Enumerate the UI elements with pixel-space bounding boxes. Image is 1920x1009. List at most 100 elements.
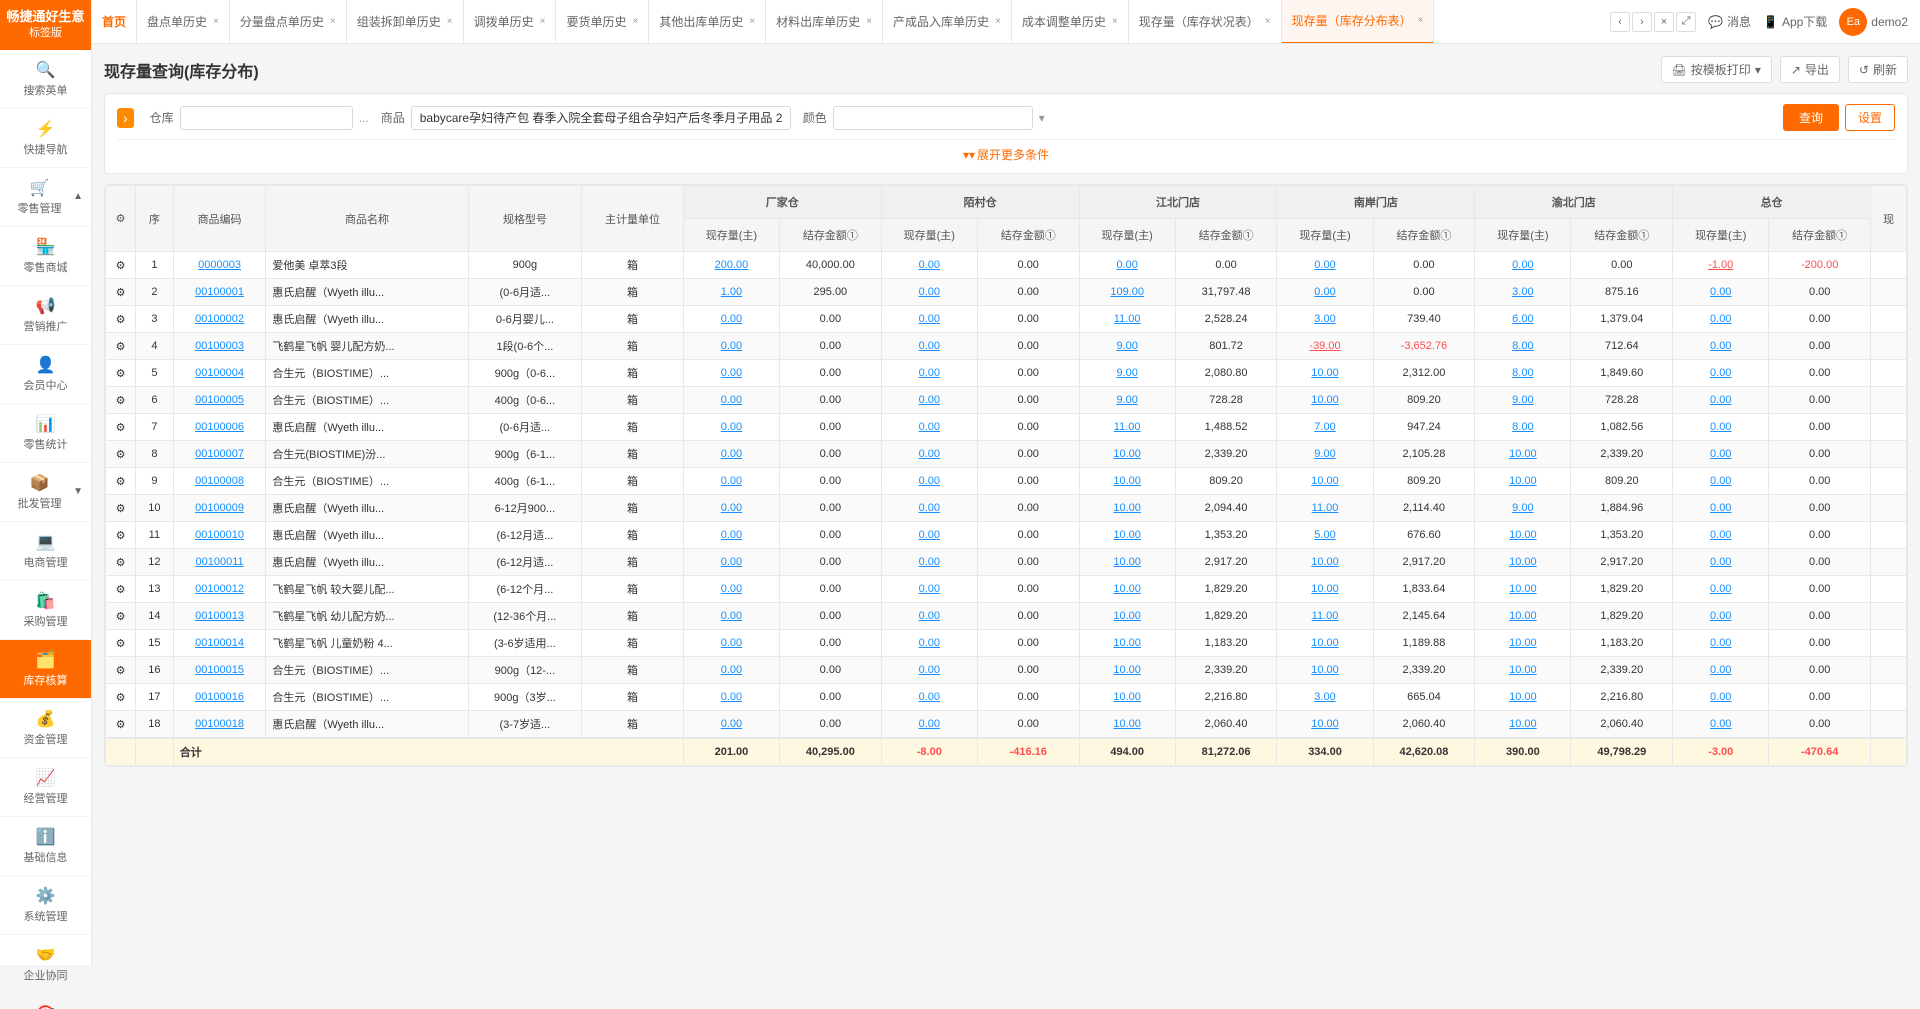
tab-home[interactable]: 首页: [92, 0, 137, 44]
sidebar-item-retail[interactable]: 🛒 零售管理 ▲: [0, 168, 91, 227]
row-yb-qty: 10.00: [1475, 468, 1571, 495]
sidebar-item-wholesale[interactable]: 📦 批发管理 ▼: [0, 463, 91, 522]
sidebar-item-search[interactable]: 🔍 搜索英单: [0, 50, 91, 109]
user-menu[interactable]: Ea demo2: [1839, 8, 1908, 36]
row-spec: (3-7岁适...: [468, 711, 582, 739]
row-gear[interactable]: ⚙: [106, 252, 136, 279]
row-gear[interactable]: ⚙: [106, 441, 136, 468]
tab-inventory-check[interactable]: 盘点单历史 ×: [137, 0, 230, 44]
row-gear[interactable]: ⚙: [106, 306, 136, 333]
row-gear[interactable]: ⚙: [106, 630, 136, 657]
sidebar-item-retailstat[interactable]: 📊 零售统计: [0, 404, 91, 463]
row-total-qty: 0.00: [1673, 630, 1769, 657]
nav-prev-arrow[interactable]: ‹: [1610, 12, 1630, 32]
message-button[interactable]: 💬 消息: [1708, 13, 1751, 30]
row-jb-qty: 10.00: [1079, 522, 1175, 549]
row-gear[interactable]: ⚙: [106, 684, 136, 711]
tab-inventory-split[interactable]: 分量盘点单历史 ×: [230, 0, 347, 44]
row-m-amt: 0.00: [977, 549, 1079, 576]
sidebar-item-marketing[interactable]: 📢 营销推广: [0, 286, 91, 345]
query-button[interactable]: 查询: [1783, 104, 1839, 131]
row-na-qty: 7.00: [1277, 414, 1373, 441]
row-unit: 箱: [582, 522, 684, 549]
goods-input[interactable]: [411, 106, 791, 130]
tab-current-stock[interactable]: 现存量（库存状况表） ×: [1129, 0, 1282, 44]
tab-assembly[interactable]: 组装拆卸单历史 ×: [347, 0, 464, 44]
warehouse-input[interactable]: [180, 106, 353, 130]
row-yb-qty: 10.00: [1475, 630, 1571, 657]
sidebar-logo[interactable]: 畅捷通好生意 标签版: [0, 0, 91, 50]
row-gear[interactable]: ⚙: [106, 360, 136, 387]
row-gear[interactable]: ⚙: [106, 522, 136, 549]
th-total-wh: 总仓: [1673, 186, 1871, 219]
tab-current-stock-close[interactable]: ×: [1265, 16, 1271, 27]
tab-inventory-check-close[interactable]: ×: [213, 16, 219, 27]
sidebar-item-ecommerce[interactable]: 💻 电商管理: [0, 522, 91, 581]
row-na-qty: 0.00: [1277, 252, 1373, 279]
refresh-button[interactable]: ↺ 刷新: [1848, 56, 1908, 83]
quicknav-icon: ⚡: [36, 119, 56, 139]
row-na-amt: 665.04: [1373, 684, 1475, 711]
app-download-button[interactable]: 📱 App下载: [1763, 13, 1827, 30]
sidebar-item-operations[interactable]: 📈 经营管理: [0, 758, 91, 817]
tab-assembly-close[interactable]: ×: [447, 16, 453, 27]
expand-conditions[interactable]: ▾▾ 展开更多条件: [963, 146, 1049, 163]
tab-production-in-close[interactable]: ×: [995, 16, 1001, 27]
row-gear[interactable]: ⚙: [106, 387, 136, 414]
row-gear[interactable]: ⚙: [106, 711, 136, 739]
tab-material-out[interactable]: 材料出库单历史 ×: [766, 0, 883, 44]
tab-inventory-split-close[interactable]: ×: [330, 16, 336, 27]
sidebar-item-inventory[interactable]: 🗂️ 库存核算: [0, 640, 91, 699]
tab-cost-adjust[interactable]: 成本调整单历史 ×: [1012, 0, 1129, 44]
nav-next-arrow[interactable]: ›: [1632, 12, 1652, 32]
sidebar-item-label-search: 搜索英单: [24, 82, 68, 98]
tab-transfer[interactable]: 调拨单历史 ×: [464, 0, 557, 44]
settings-button[interactable]: 设置: [1845, 104, 1895, 131]
tab-other-out[interactable]: 其他出库单历史 ×: [649, 0, 766, 44]
tab-stock-dist[interactable]: 现存量（库存分布表） ×: [1282, 0, 1435, 44]
tab-stock-dist-close[interactable]: ×: [1418, 15, 1424, 26]
color-input[interactable]: [833, 106, 1033, 130]
sidebar-item-member[interactable]: 👤 会员中心: [0, 345, 91, 404]
tab-cost-adjust-close[interactable]: ×: [1112, 16, 1118, 27]
sidebar-item-retailshop[interactable]: 🏪 零售商城: [0, 227, 91, 286]
row-gear[interactable]: ⚙: [106, 333, 136, 360]
row-gear[interactable]: ⚙: [106, 414, 136, 441]
tab-request-close[interactable]: ×: [632, 16, 638, 27]
expand-row: ▾▾ 展开更多条件: [117, 139, 1895, 163]
tab-material-out-close[interactable]: ×: [866, 16, 872, 27]
row-unit: 箱: [582, 711, 684, 739]
row-m-qty: 0.00: [881, 333, 977, 360]
nav-close-tab[interactable]: ×: [1654, 12, 1674, 32]
sidebar-item-quicknav[interactable]: ⚡ 快捷导航: [0, 109, 91, 168]
tab-transfer-close[interactable]: ×: [540, 16, 546, 27]
nav-fullscreen[interactable]: ⤢: [1676, 12, 1696, 32]
sidebar-item-basic[interactable]: ℹ️ 基础信息: [0, 817, 91, 876]
row-gear[interactable]: ⚙: [106, 657, 136, 684]
logo-line1: 畅捷通好生意: [4, 8, 87, 26]
print-button[interactable]: 🖨 按模板打印 ▾: [1661, 56, 1772, 83]
sidebar-item-system[interactable]: ⚙️ 系统管理: [0, 876, 91, 935]
filter-toggle-arrow[interactable]: ›: [117, 108, 134, 128]
sidebar-item-purchase[interactable]: 🛍️ 采购管理: [0, 581, 91, 640]
row-na-amt: -3,652.76: [1373, 333, 1475, 360]
row-gear[interactable]: ⚙: [106, 279, 136, 306]
refresh-icon: ↺: [1859, 63, 1869, 77]
row-gear[interactable]: ⚙: [106, 603, 136, 630]
table-row: ⚙ 4 00100003 飞鹤星飞帆 婴儿配方奶... 1段(0-6个... 箱…: [106, 333, 1907, 360]
color-dropdown-icon[interactable]: ▾: [1039, 111, 1045, 125]
tab-production-in[interactable]: 产成品入库单历史 ×: [883, 0, 1012, 44]
row-current: [1871, 306, 1907, 333]
tab-other-out-close[interactable]: ×: [749, 16, 755, 27]
row-gear[interactable]: ⚙: [106, 549, 136, 576]
sidebar-item-finance[interactable]: 💰 资金管理: [0, 699, 91, 758]
row-gear[interactable]: ⚙: [106, 468, 136, 495]
row-yb-amt: 712.64: [1571, 333, 1673, 360]
row-num: 2: [136, 279, 174, 306]
th-gear[interactable]: ⚙: [106, 186, 136, 252]
row-gear[interactable]: ⚙: [106, 495, 136, 522]
export-button[interactable]: ↗ 导出: [1780, 56, 1840, 83]
tab-request[interactable]: 要货单历史 ×: [556, 0, 649, 44]
row-gear[interactable]: ⚙: [106, 576, 136, 603]
warehouse-ellipsis: ...: [359, 111, 369, 125]
